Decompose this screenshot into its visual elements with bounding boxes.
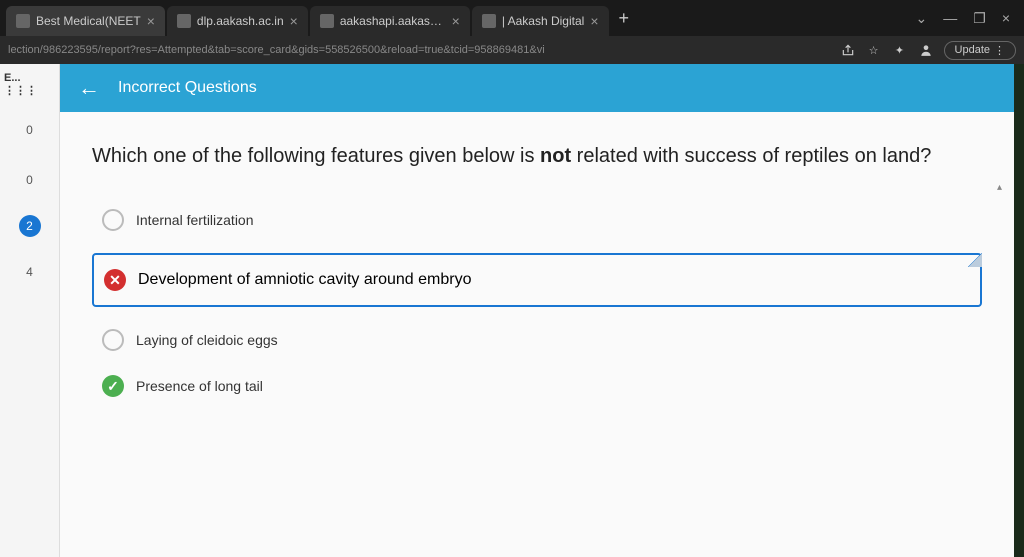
kebab-icon: ⋮ bbox=[994, 44, 1005, 57]
update-label: Update bbox=[955, 44, 990, 56]
minimize-icon[interactable]: — bbox=[943, 10, 957, 27]
puzzle-icon[interactable]: ✦ bbox=[892, 42, 908, 58]
rail-number[interactable]: 0 bbox=[26, 155, 33, 205]
browser-tab-3[interactable]: | Aakash Digital × bbox=[472, 6, 609, 36]
tab-title: Best Medical(NEET bbox=[36, 14, 141, 28]
close-icon[interactable]: × bbox=[452, 13, 460, 29]
new-tab-button[interactable]: + bbox=[611, 8, 638, 29]
radio-empty-icon bbox=[102, 209, 124, 231]
window-controls: ⌄ — ❐ × bbox=[916, 10, 1018, 27]
page-header: ← Incorrect Questions bbox=[60, 64, 1014, 112]
close-icon[interactable]: × bbox=[147, 13, 155, 29]
favicon-icon bbox=[16, 14, 30, 28]
option-label: Development of amniotic cavity around em… bbox=[138, 271, 472, 289]
tab-title: dlp.aakash.ac.in bbox=[197, 14, 284, 28]
scroll-up-icon[interactable]: ▴ bbox=[997, 182, 1002, 193]
page-title: Incorrect Questions bbox=[118, 79, 257, 97]
option-label: Internal fertilization bbox=[136, 212, 254, 228]
maximize-icon[interactable]: ❐ bbox=[973, 10, 986, 27]
favicon-icon bbox=[320, 14, 334, 28]
question-container: Which one of the following features give… bbox=[60, 112, 1014, 191]
tab-title: aakashapi.aakash... bbox=[340, 14, 446, 28]
close-window-icon[interactable]: × bbox=[1002, 10, 1010, 27]
option-label: Presence of long tail bbox=[136, 378, 263, 394]
rail-number[interactable]: 0 bbox=[26, 105, 33, 155]
update-button[interactable]: Update ⋮ bbox=[944, 41, 1016, 60]
option-c[interactable]: Laying of cleidoic eggs bbox=[92, 317, 982, 363]
url-bar: lection/986223595/report?res=Attempted&t… bbox=[0, 36, 1024, 64]
browser-tab-1[interactable]: dlp.aakash.ac.in × bbox=[167, 6, 308, 36]
star-icon[interactable]: ☆ bbox=[866, 42, 882, 58]
main-panel: ← Incorrect Questions ▴ Which one of the… bbox=[60, 64, 1014, 557]
browser-tab-2[interactable]: aakashapi.aakash... × bbox=[310, 6, 470, 36]
correct-icon: ✓ bbox=[102, 375, 124, 397]
option-a[interactable]: Internal fertilization bbox=[92, 197, 982, 243]
option-label: Laying of cleidoic eggs bbox=[136, 332, 278, 348]
back-arrow-icon[interactable]: ← bbox=[78, 75, 100, 101]
radio-empty-icon bbox=[102, 329, 124, 351]
scrollbar[interactable] bbox=[994, 204, 1002, 547]
close-icon[interactable]: × bbox=[290, 13, 298, 29]
browser-tab-0[interactable]: Best Medical(NEET × bbox=[6, 6, 165, 36]
url-action-icons: ☆ ✦ Update ⋮ bbox=[840, 41, 1016, 60]
corner-fold-icon bbox=[968, 253, 982, 267]
browser-tab-strip: Best Medical(NEET × dlp.aakash.ac.in × a… bbox=[0, 0, 1024, 36]
option-d-correct[interactable]: ✓ Presence of long tail bbox=[92, 363, 982, 409]
chevron-down-icon[interactable]: ⌄ bbox=[916, 10, 928, 27]
rail-label: E... ⋮⋮⋮ bbox=[0, 64, 59, 105]
profile-icon[interactable] bbox=[918, 42, 934, 58]
question-text: Which one of the following features give… bbox=[92, 142, 982, 171]
tab-title: | Aakash Digital bbox=[502, 14, 585, 28]
wrong-icon: ✕ bbox=[104, 269, 126, 291]
options-list: Internal fertilization ✕ Development of … bbox=[60, 191, 1014, 415]
screen-edge bbox=[1014, 64, 1024, 557]
favicon-icon bbox=[482, 14, 496, 28]
content-area: E... ⋮⋮⋮ 0 0 2 4 ← Incorrect Questions ▴… bbox=[0, 64, 1014, 557]
share-icon[interactable] bbox=[840, 42, 856, 58]
rail-question-badge[interactable]: 2 bbox=[19, 215, 41, 237]
url-text[interactable]: lection/986223595/report?res=Attempted&t… bbox=[8, 44, 828, 56]
favicon-icon bbox=[177, 14, 191, 28]
close-icon[interactable]: × bbox=[590, 13, 598, 29]
rail-number[interactable]: 4 bbox=[26, 237, 33, 297]
left-rail: E... ⋮⋮⋮ 0 0 2 4 bbox=[0, 64, 60, 557]
option-b-selected-wrong[interactable]: ✕ Development of amniotic cavity around … bbox=[92, 253, 982, 307]
